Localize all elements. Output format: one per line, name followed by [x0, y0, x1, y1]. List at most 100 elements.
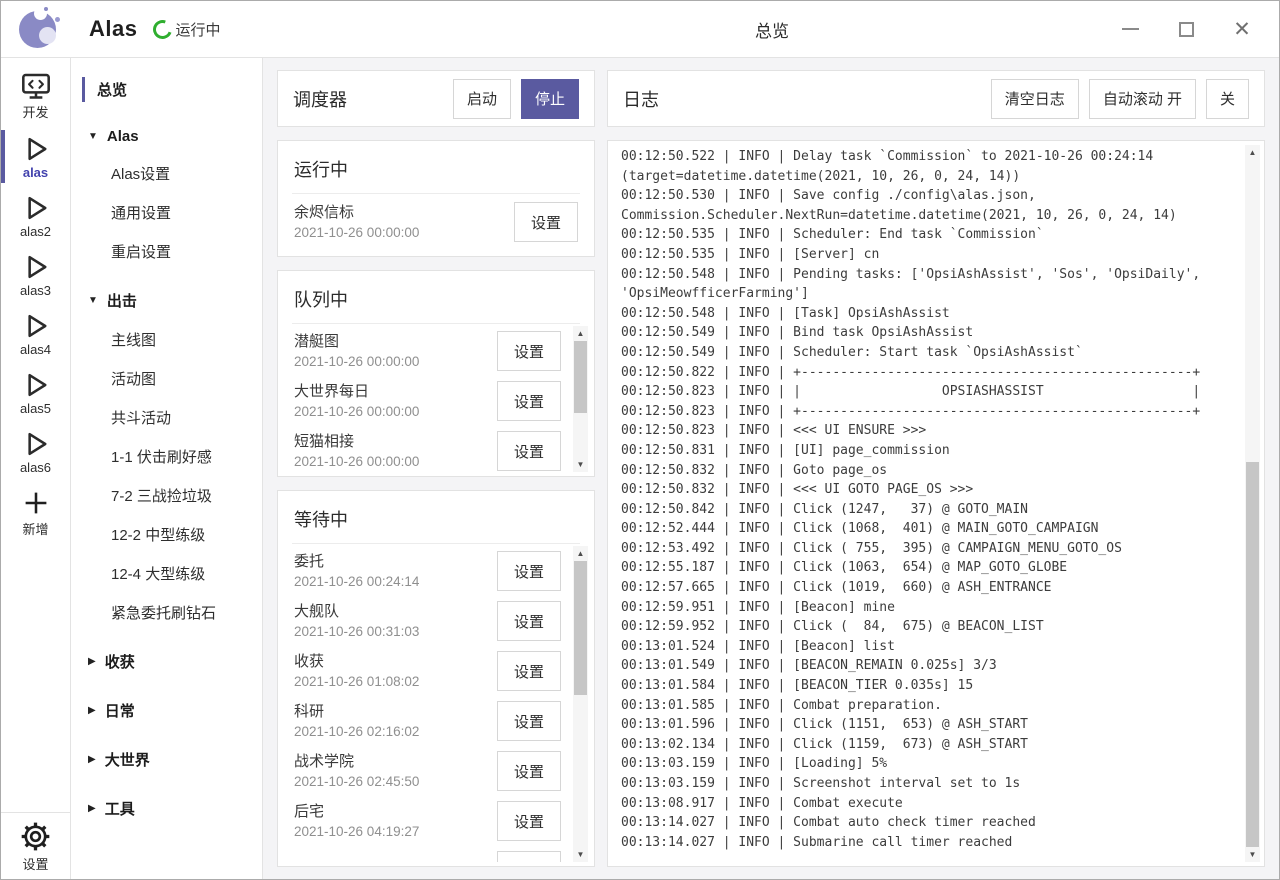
collapse-log-button[interactable]: 关 — [1206, 79, 1249, 119]
sidebar-group-daily[interactable]: ▶日常 — [71, 691, 262, 730]
rail-item-alas[interactable]: alas — [1, 127, 70, 186]
log-line: 00:12:53.492 | INFO | Click ( 755, 395) … — [621, 539, 1237, 559]
task-settings-button[interactable]: 设置 — [497, 651, 561, 691]
rail-item-label: alas3 — [20, 283, 51, 298]
minimize-icon — [1122, 28, 1139, 30]
task-settings-button[interactable]: 设置 — [497, 381, 561, 421]
sidebar-group-tools[interactable]: ▶工具 — [71, 789, 262, 828]
rail-item-settings[interactable]: 设置 — [1, 812, 70, 879]
log-line: 00:12:50.535 | INFO | [Server] cn — [621, 245, 1237, 265]
scheduler-panel-header: 调度器 启动 停止 — [277, 70, 595, 127]
rail-item-label: alas — [23, 165, 48, 180]
start-button[interactable]: 启动 — [453, 79, 511, 119]
log-scrollbar[interactable]: ▲ ▼ — [1245, 145, 1260, 862]
sidebar-item-alas-settings[interactable]: Alas设置 — [71, 154, 262, 193]
task-settings-button[interactable]: 设置 — [497, 431, 561, 471]
plus-icon — [21, 488, 51, 518]
maximize-icon — [1179, 22, 1194, 37]
sidebar-group-alas[interactable]: ▼Alas — [71, 119, 262, 154]
task-name: 收获 — [294, 651, 497, 673]
scroll-down-icon[interactable]: ▼ — [1245, 847, 1260, 862]
waiting-list: 委托 2021-10-26 00:24:14 设置 大舰队 2021-10-26… — [294, 546, 573, 862]
caret-right-icon: ▶ — [88, 656, 96, 667]
maximize-button[interactable] — [1173, 16, 1199, 42]
waiting-title: 等待中 — [278, 491, 594, 543]
sidebar-item-urgent-commission[interactable]: 紧急委托刷钻石 — [71, 593, 262, 632]
rail-item-add[interactable]: 新增 — [1, 481, 70, 544]
minimize-button[interactable] — [1117, 16, 1143, 42]
caret-right-icon: ▶ — [88, 705, 96, 716]
task-settings-button[interactable]: 设置 — [497, 331, 561, 371]
sidebar-item-label: 重启设置 — [111, 244, 171, 261]
sidebar-group-label: 收获 — [105, 651, 135, 672]
log-line: 00:12:50.823 | INFO | <<< UI ENSURE >>> — [621, 421, 1237, 441]
close-button[interactable]: ✕ — [1229, 16, 1255, 42]
sidebar-item-general-settings[interactable]: 通用设置 — [71, 193, 262, 232]
task-settings-button[interactable]: 设置 — [497, 851, 561, 862]
play-icon — [21, 370, 51, 400]
log-line: 00:12:50.823 | INFO | | OPSIASHASSIST | — [621, 382, 1237, 402]
rail-item-dev[interactable]: 开发 — [1, 64, 70, 127]
task-settings-button[interactable]: 设置 — [497, 751, 561, 791]
sidebar-group-reward[interactable]: ▶ 收获 — [71, 642, 262, 681]
scroll-up-icon[interactable]: ▲ — [1245, 145, 1260, 160]
task-settings-button[interactable]: 设置 — [497, 551, 561, 591]
titlebar: Alas 运行中 总览 ✕ — [1, 1, 1279, 58]
scroll-up-icon[interactable]: ▲ — [573, 326, 588, 341]
task-settings-button[interactable]: 设置 — [514, 202, 578, 242]
rail-item-alas6[interactable]: alas6 — [1, 422, 70, 481]
alas-logo-icon — [17, 6, 61, 52]
sidebar-item-overview[interactable]: 总览 — [71, 70, 262, 109]
log-line: 00:13:01.585 | INFO | Combat preparation… — [621, 696, 1237, 716]
autoscroll-toggle-button[interactable]: 自动滚动 开 — [1089, 79, 1196, 119]
sidebar-item-1-1[interactable]: 1-1 伏击刷好感 — [71, 437, 262, 476]
task-time: 2021-10-26 00:31:03 — [294, 623, 497, 641]
scrollbar-thumb[interactable] — [1246, 462, 1259, 847]
scrollbar-thumb[interactable] — [574, 341, 587, 413]
scrollbar-thumb[interactable] — [574, 561, 587, 695]
log-line: 00:12:50.535 | INFO | Scheduler: End tas… — [621, 225, 1237, 245]
sidebar-group-sortie[interactable]: ▼出击 — [71, 281, 262, 320]
sidebar-group-label: 大世界 — [105, 749, 150, 770]
sidebar-item-coalition[interactable]: 共斗活动 — [71, 398, 262, 437]
rail-item-alas5[interactable]: alas5 — [1, 363, 70, 422]
task-row: 收获 2021-10-26 01:08:02 设置 — [294, 646, 561, 696]
scheduler-title: 调度器 — [293, 86, 347, 112]
log-line: 00:13:03.159 | INFO | Screenshot interva… — [621, 774, 1237, 794]
rail-item-label: 设置 — [22, 854, 48, 873]
sidebar-item-12-2[interactable]: 12-2 中型练级 — [71, 515, 262, 554]
sidebar-item-restart-settings[interactable]: 重启设置 — [71, 232, 262, 271]
sidebar-group-label: Alas — [107, 128, 139, 145]
task-settings-button[interactable]: 设置 — [497, 801, 561, 841]
queued-scrollbar[interactable]: ▲ ▼ — [573, 326, 588, 472]
sidebar-item-12-4[interactable]: 12-4 大型练级 — [71, 554, 262, 593]
waiting-scrollbar[interactable]: ▲ ▼ — [573, 546, 588, 862]
rail-item-alas3[interactable]: alas3 — [1, 245, 70, 304]
log-line: 00:13:01.549 | INFO | [BEACON_REMAIN 0.0… — [621, 656, 1237, 676]
sidebar-item-label: 活动图 — [111, 371, 156, 388]
rail-item-label: alas6 — [20, 460, 51, 475]
scroll-down-icon[interactable]: ▼ — [573, 847, 588, 862]
app-window: Alas 运行中 总览 ✕ 开发 alas alas2 — [0, 0, 1280, 880]
sidebar-item-7-2[interactable]: 7-2 三战捡垃圾 — [71, 476, 262, 515]
status-label: 运行中 — [175, 19, 220, 40]
sidebar-item-event-map[interactable]: 活动图 — [71, 359, 262, 398]
task-time: 2021-10-26 02:45:50 — [294, 773, 497, 791]
sidebar-group-opsi[interactable]: ▶大世界 — [71, 740, 262, 779]
clear-log-button[interactable]: 清空日志 — [991, 79, 1079, 119]
log-line: 00:12:50.831 | INFO | [UI] page_commissi… — [621, 441, 1237, 461]
task-settings-button[interactable]: 设置 — [497, 601, 561, 641]
log-card: 00:12:50.522 | INFO | Delay task `Commis… — [607, 140, 1265, 867]
rail-item-alas2[interactable]: alas2 — [1, 186, 70, 245]
log-line: 00:12:50.832 | INFO | Goto page_os — [621, 461, 1237, 481]
scroll-up-icon[interactable]: ▲ — [573, 546, 588, 561]
sidebar-item-main-map[interactable]: 主线图 — [71, 320, 262, 359]
scroll-down-icon[interactable]: ▼ — [573, 457, 588, 472]
page-title: 总览 — [755, 17, 789, 42]
task-settings-button[interactable]: 设置 — [497, 701, 561, 741]
task-time: 2021-10-26 01:08:02 — [294, 673, 497, 691]
sidebar-item-label: 通用设置 — [111, 205, 171, 222]
stop-button[interactable]: 停止 — [521, 79, 579, 119]
task-row: 商店购买 设置 — [294, 846, 561, 862]
rail-item-alas4[interactable]: alas4 — [1, 304, 70, 363]
